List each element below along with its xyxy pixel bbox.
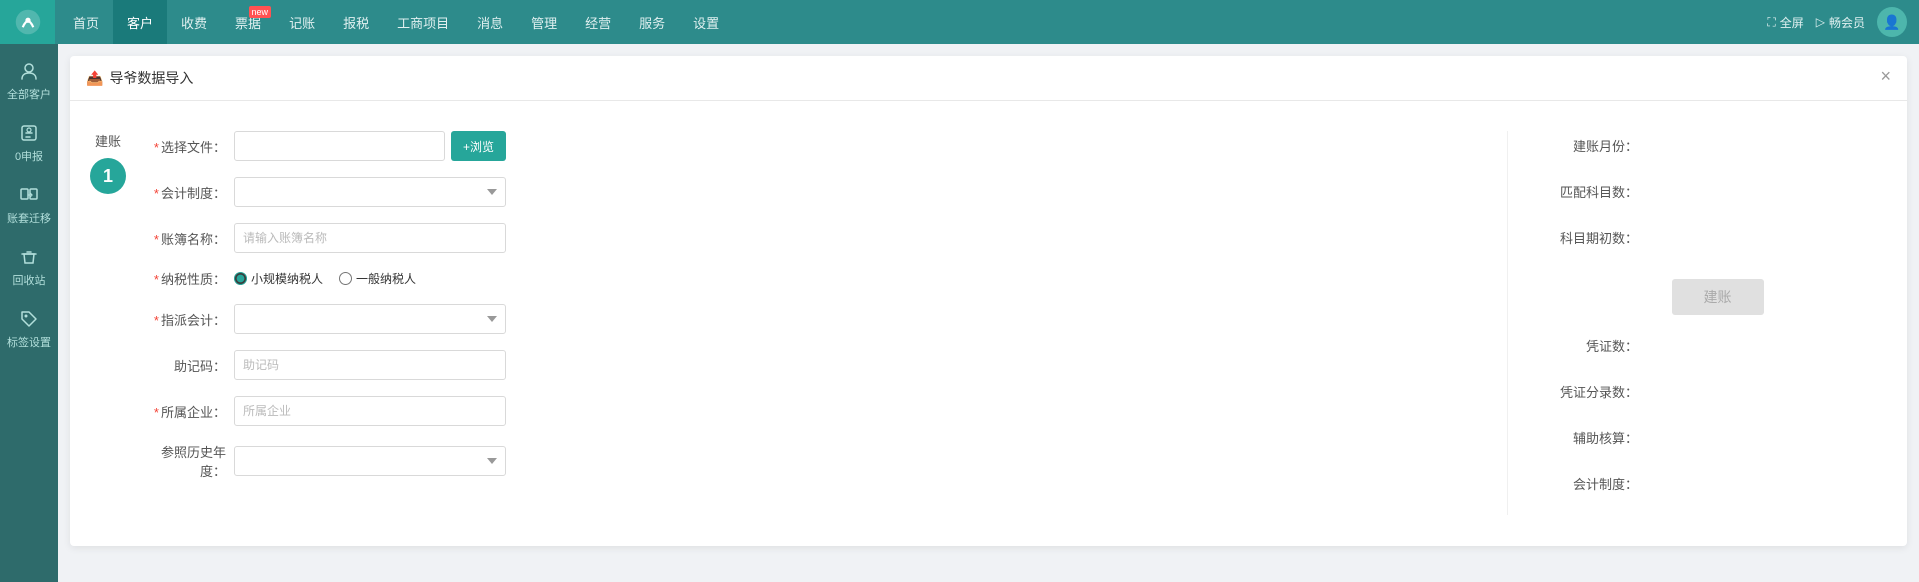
aux-row: 辅助核算：: [1548, 423, 1887, 451]
nav-item-settings[interactable]: 设置: [679, 0, 733, 44]
avatar[interactable]: 👤: [1877, 7, 1907, 37]
accountant-row: *指派会计：: [146, 304, 506, 334]
match-label: 匹配科目数：: [1548, 182, 1638, 201]
build-btn-row: 建账: [1548, 269, 1887, 315]
report-icon: [18, 122, 40, 144]
browse-button[interactable]: +浏览: [451, 131, 506, 161]
file-row: *选择文件： +浏览: [146, 131, 506, 161]
dialog-title: 导爷数据导入: [109, 68, 193, 88]
sidebar-item-trash[interactable]: 回收站: [0, 238, 58, 296]
nav-item-message[interactable]: 消息: [463, 0, 517, 44]
file-input-group: +浏览: [234, 131, 506, 161]
match-row: 匹配科目数：: [1548, 177, 1887, 205]
tax-small-radio[interactable]: 小规模纳税人: [234, 270, 323, 287]
nav-items: 首页 客户 收费 票据 new 记账 报税 工商项目 消息 管理 经营 服务 设…: [55, 0, 1767, 44]
migrate-icon: [18, 184, 40, 206]
init-label: 科目期初数：: [1548, 228, 1638, 247]
tax-type-row: *纳税性质： 小规模纳税人 一般纳税人: [146, 269, 506, 288]
voucher-value: [1646, 331, 1887, 359]
sidebar-item-migrate[interactable]: 账套迁移: [0, 176, 58, 234]
nav-item-invoice[interactable]: 票据 new: [221, 0, 275, 44]
nav-item-home[interactable]: 首页: [59, 0, 113, 44]
member-btn[interactable]: ▷ 畅会员: [1816, 14, 1865, 31]
member-icon: ▷: [1816, 15, 1825, 29]
nav-right: ⛶ 全屏 ▷ 畅会员 👤: [1767, 7, 1919, 37]
fullscreen-btn[interactable]: ⛶ 全屏: [1767, 14, 1803, 31]
ledger-name-row: *账簿名称：: [146, 223, 506, 253]
accounting-info-value: [1646, 469, 1887, 497]
user-icon: [18, 60, 40, 82]
memo-row: 助记码：: [146, 350, 506, 380]
aux-value: [1646, 423, 1887, 451]
content-area: 📤 导爷数据导入 × 建账 1: [58, 44, 1919, 582]
close-button[interactable]: ×: [1880, 66, 1891, 87]
file-input[interactable]: [234, 131, 445, 161]
voucher-entry-row: 凭证分录数：: [1548, 377, 1887, 405]
accountant-label: *指派会计：: [146, 310, 226, 329]
accounting-system-select[interactable]: [234, 177, 506, 207]
sidebar-item-tag[interactable]: 标签设置: [0, 300, 58, 358]
form-fields: *选择文件： +浏览 *会计制度：: [146, 131, 506, 496]
month-row: 建账月份：: [1548, 131, 1887, 159]
trash-icon: [18, 246, 40, 268]
dialog-card: 📤 导爷数据导入 × 建账 1: [70, 56, 1907, 546]
info-panel: 建账月份： 匹配科目数： 科目期初数： 建账 凭证: [1507, 131, 1887, 515]
history-year-select[interactable]: [234, 446, 506, 476]
nav-item-service[interactable]: 服务: [625, 0, 679, 44]
main-layout: 全部客户 0申报 账套迁移: [0, 44, 1919, 582]
nav-item-manage[interactable]: 管理: [517, 0, 571, 44]
history-year-label: 参照历史年度：: [146, 442, 226, 480]
tax-general-radio[interactable]: 一般纳税人: [339, 270, 416, 287]
step-label: 建账: [95, 131, 121, 150]
accountant-select[interactable]: [234, 304, 506, 334]
step-circle: 1: [90, 158, 126, 194]
dialog-body: 建账 1 *选择文件： +浏览: [70, 101, 1907, 535]
sidebar-item-all-clients[interactable]: 全部客户: [0, 52, 58, 110]
tax-type-label: *纳税性质：: [146, 269, 226, 288]
tax-radio-group: 小规模纳税人 一般纳税人: [234, 270, 506, 287]
company-input[interactable]: [234, 396, 506, 426]
voucher-row: 凭证数：: [1548, 331, 1887, 359]
build-account-button[interactable]: 建账: [1672, 279, 1764, 315]
dialog-header: 📤 导爷数据导入 ×: [70, 56, 1907, 101]
accounting-info-row: 会计制度：: [1548, 469, 1887, 497]
logo[interactable]: [0, 0, 55, 44]
sidebar: 全部客户 0申报 账套迁移: [0, 44, 58, 582]
init-row: 科目期初数：: [1548, 223, 1887, 251]
voucher-entry-value: [1646, 377, 1887, 405]
match-value: [1646, 177, 1887, 205]
memo-label: 助记码：: [146, 356, 226, 375]
new-badge: new: [249, 6, 272, 18]
accounting-system-label: *会计制度：: [146, 183, 226, 202]
top-nav: 首页 客户 收费 票据 new 记账 报税 工商项目 消息 管理 经营 服务 设…: [0, 0, 1919, 44]
fullscreen-icon: ⛶: [1767, 15, 1775, 30]
form-panel: 建账 1 *选择文件： +浏览: [90, 131, 1487, 515]
avatar-icon: 👤: [1883, 14, 1900, 31]
import-icon: 📤: [86, 70, 103, 87]
nav-item-operation[interactable]: 经营: [571, 0, 625, 44]
nav-item-fee[interactable]: 收费: [167, 0, 221, 44]
tag-icon: [18, 308, 40, 330]
file-label: *选择文件：: [146, 137, 226, 156]
nav-item-accounting[interactable]: 记账: [275, 0, 329, 44]
sidebar-item-zero-report[interactable]: 0申报: [0, 114, 58, 172]
ledger-name-input[interactable]: [234, 223, 506, 253]
aux-label: 辅助核算：: [1548, 428, 1638, 447]
nav-item-tax[interactable]: 报税: [329, 0, 383, 44]
init-value: [1646, 223, 1887, 251]
history-year-row: 参照历史年度：: [146, 442, 506, 480]
nav-item-business[interactable]: 工商项目: [383, 0, 463, 44]
month-label: 建账月份：: [1548, 136, 1638, 155]
company-label: *所属企业：: [146, 402, 226, 421]
memo-input[interactable]: [234, 350, 506, 380]
month-value: [1646, 131, 1887, 159]
ledger-name-label: *账簿名称：: [146, 229, 226, 248]
voucher-label: 凭证数：: [1548, 336, 1638, 355]
accounting-info-label: 会计制度：: [1548, 474, 1638, 493]
nav-item-client[interactable]: 客户: [113, 0, 167, 44]
accounting-system-row: *会计制度：: [146, 177, 506, 207]
voucher-entry-label: 凭证分录数：: [1548, 382, 1638, 401]
company-row: *所属企业：: [146, 396, 506, 426]
step-section: 建账 1: [90, 131, 126, 194]
